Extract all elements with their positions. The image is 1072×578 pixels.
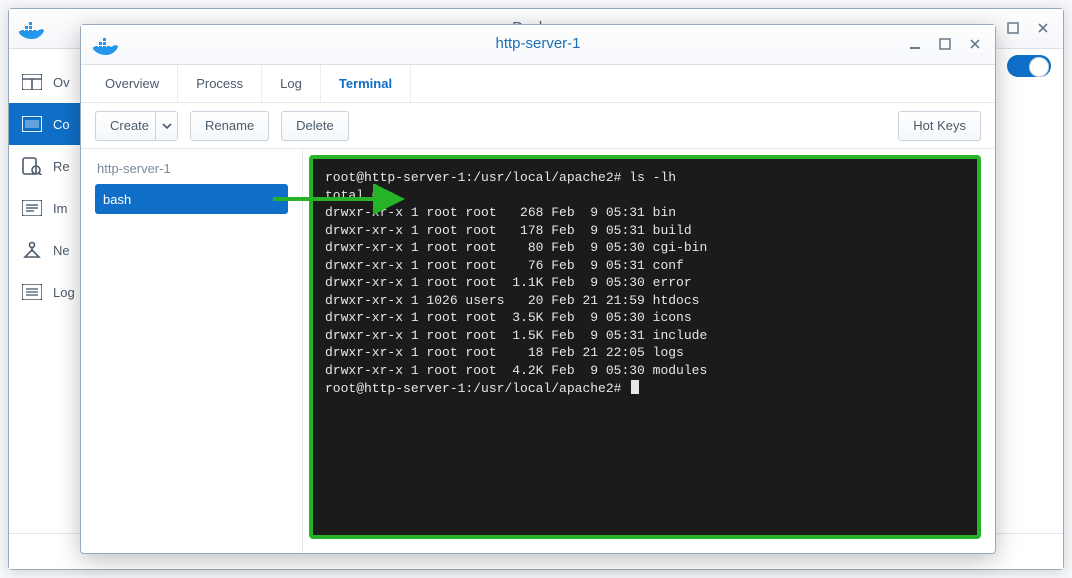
docker-whale-icon bbox=[19, 19, 45, 39]
sidebar-label: Co bbox=[53, 117, 70, 132]
tab-terminal[interactable]: Terminal bbox=[321, 65, 411, 102]
grid-icon bbox=[21, 73, 43, 91]
tab-overview[interactable]: Overview bbox=[87, 65, 178, 102]
search-doc-icon bbox=[21, 157, 43, 175]
hotkeys-button[interactable]: Hot Keys bbox=[898, 111, 981, 141]
terminal-sidebar: http-server-1 bash bbox=[81, 149, 303, 553]
running-toggle[interactable] bbox=[1007, 55, 1051, 77]
create-button[interactable]: Create bbox=[95, 111, 178, 141]
terminal-area: root@http-server-1:/usr/local/apache2# l… bbox=[303, 149, 995, 553]
image-icon bbox=[21, 199, 43, 217]
sidebar-item-log[interactable]: Log bbox=[9, 271, 90, 313]
sidebar-item-overview[interactable]: Ov bbox=[9, 61, 90, 103]
sidebar-label: Im bbox=[53, 201, 67, 216]
terminal-session-label: bash bbox=[103, 192, 131, 207]
tab-process[interactable]: Process bbox=[178, 65, 262, 102]
container-icon bbox=[21, 115, 43, 133]
maximize-button[interactable] bbox=[999, 15, 1027, 41]
sidebar-label: Ne bbox=[53, 243, 70, 258]
sidebar-item-container[interactable]: Co bbox=[9, 103, 90, 145]
container-titlebar: http-server-1 bbox=[81, 25, 995, 65]
sidebar-item-network[interactable]: Ne bbox=[9, 229, 90, 271]
sidebar-item-registry[interactable]: Re bbox=[9, 145, 90, 187]
terminal-list-header: http-server-1 bbox=[95, 155, 288, 184]
sidebar-label: Ov bbox=[53, 75, 70, 90]
log-icon bbox=[21, 283, 43, 301]
chevron-down-icon[interactable] bbox=[155, 112, 177, 140]
container-window: http-server-1 Overview Process Log Termi… bbox=[80, 24, 996, 554]
sidebar-label: Re bbox=[53, 159, 70, 174]
maximize-button[interactable] bbox=[931, 31, 959, 57]
toolbar: Create Rename Delete Hot Keys bbox=[81, 103, 995, 149]
sidebar-label: Log bbox=[53, 285, 75, 300]
network-icon bbox=[21, 241, 43, 259]
tab-log[interactable]: Log bbox=[262, 65, 321, 102]
delete-button[interactable]: Delete bbox=[281, 111, 349, 141]
docker-whale-icon bbox=[93, 35, 119, 55]
rename-button[interactable]: Rename bbox=[190, 111, 269, 141]
tabs: Overview Process Log Terminal bbox=[81, 65, 995, 103]
terminal-output[interactable]: root@http-server-1:/usr/local/apache2# l… bbox=[309, 155, 981, 539]
docker-sidebar: Ov Co Re Im Ne Log bbox=[9, 49, 91, 533]
terminal-session-bash[interactable]: bash bbox=[95, 184, 288, 214]
close-button[interactable] bbox=[961, 31, 989, 57]
container-title: http-server-1 bbox=[495, 35, 580, 52]
sidebar-item-image[interactable]: Im bbox=[9, 187, 90, 229]
close-button[interactable] bbox=[1029, 15, 1057, 41]
minimize-button[interactable] bbox=[901, 31, 929, 57]
create-label: Create bbox=[110, 118, 149, 133]
